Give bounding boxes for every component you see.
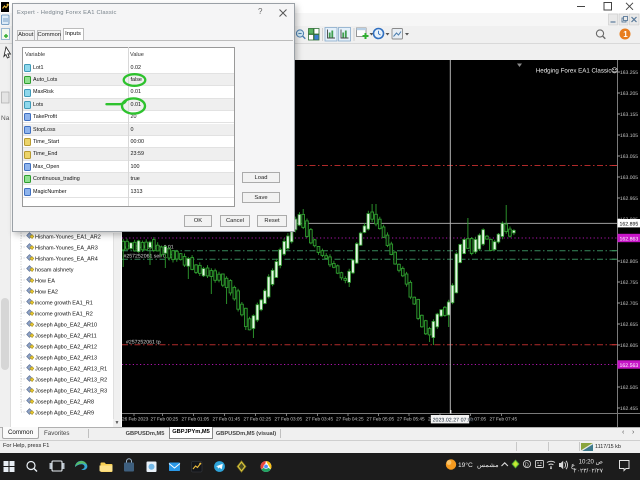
svg-text:26 Feb 2023: 26 Feb 2023 [122, 417, 149, 422]
svg-text:163.155: 163.155 [620, 112, 638, 118]
svg-text:income growth EA1_R2: income growth EA1_R2 [35, 311, 93, 317]
svg-text:D: D [525, 462, 529, 468]
svg-text:income growth EA1_R1: income growth EA1_R1 [35, 300, 93, 306]
svg-text:27 Feb 05:45: 27 Feb 05:45 [397, 417, 425, 422]
svg-text:27 Feb 04:25: 27 Feb 04:25 [336, 417, 364, 422]
svg-text:27 Feb 02:25: 27 Feb 02:25 [244, 417, 272, 422]
svg-text:Joseph Agbo_EA2_AR13: Joseph Agbo_EA2_AR13 [35, 355, 97, 361]
svg-text:162.505: 162.505 [620, 385, 638, 391]
svg-text:162.895: 162.895 [620, 222, 639, 228]
svg-text:162.705: 162.705 [620, 301, 638, 307]
svg-text:10:20 ص: 10:20 ص [579, 459, 603, 466]
svg-text:162.805: 162.805 [620, 259, 638, 265]
svg-text:٢٠٢٣/٠٢/٢٧: ٢٠٢٣/٠٢/٢٧ [573, 468, 603, 475]
svg-text:163.055: 163.055 [620, 154, 638, 160]
svg-text:How EA2: How EA2 [35, 289, 58, 295]
svg-text:Joseph Agbo_EA2_AR12: Joseph Agbo_EA2_AR12 [35, 344, 97, 350]
svg-text:162.955: 162.955 [620, 196, 638, 202]
svg-text:163.105: 163.105 [620, 133, 638, 139]
svg-text:Na: Na [1, 115, 10, 122]
svg-text:Hedging Forex EA1 Classic: Hedging Forex EA1 Classic [536, 68, 612, 75]
svg-text:Joseph Agbo_EA2_AR11: Joseph Agbo_EA2_AR11 [35, 333, 97, 339]
svg-text:162.863: 162.863 [620, 236, 639, 242]
svg-text:162.563: 162.563 [620, 363, 639, 369]
svg-text:163.205: 163.205 [620, 91, 638, 97]
svg-text:hosam alshnety: hosam alshnety [35, 267, 74, 273]
svg-text:162.605: 162.605 [620, 343, 638, 349]
svg-text:162.755: 162.755 [620, 280, 638, 286]
svg-text:27 Feb 03:05: 27 Feb 03:05 [275, 417, 303, 422]
svg-text:163.255: 163.255 [620, 70, 638, 76]
svg-text:Hisham-Younes_EA_AR4: Hisham-Younes_EA_AR4 [35, 256, 98, 262]
svg-text:Hisham-Younes_EA_AR3: Hisham-Younes_EA_AR3 [35, 245, 98, 251]
svg-text:27 Feb 03:45: 27 Feb 03:45 [306, 417, 334, 422]
svg-text:162.655: 162.655 [620, 322, 638, 328]
svg-text:#257252061 sell 0.01: #257252061 sell 0.01 [124, 253, 174, 259]
svg-text:27 Feb 07:45: 27 Feb 07:45 [490, 417, 518, 422]
svg-text:27 Feb 00:25: 27 Feb 00:25 [151, 417, 179, 422]
svg-text:Joseph Agbo_EA2_AR13_R2: Joseph Agbo_EA2_AR13_R2 [35, 377, 107, 383]
svg-text:19°C: 19°C [458, 461, 473, 469]
svg-text:Joseph Agbo_EA2_AR13_R1: Joseph Agbo_EA2_AR13_R1 [35, 366, 107, 372]
svg-text:How EA: How EA [35, 278, 55, 284]
svg-text:Hisham-Younes_EA1_AR2: Hisham-Younes_EA1_AR2 [35, 234, 101, 240]
svg-text:163.005: 163.005 [620, 175, 638, 181]
svg-text:#257252061 tp: #257252061 tp [126, 339, 161, 345]
svg-text:Joseph Agbo_EA2_AR13_R3: Joseph Agbo_EA2_AR13_R3 [35, 388, 107, 394]
svg-text:27 Feb 01:05: 27 Feb 01:05 [182, 417, 210, 422]
svg-text:27 Feb 05:05: 27 Feb 05:05 [367, 417, 395, 422]
svg-text:Joseph Agbo_EA2_AR10: Joseph Agbo_EA2_AR10 [35, 322, 97, 328]
svg-text:مشمس: مشمس [477, 462, 499, 469]
svg-text:162.455: 162.455 [620, 406, 638, 412]
svg-text:1: 1 [623, 30, 628, 39]
svg-text:Joseph Agbo_EA2_AR8: Joseph Agbo_EA2_AR8 [35, 399, 94, 405]
svg-text:Joseph Agbo_EA2_AR9: Joseph Agbo_EA2_AR9 [35, 410, 94, 416]
svg-text:2023.02.27 07:00: 2023.02.27 07:00 [433, 417, 474, 423]
svg-text:27 Feb 01:45: 27 Feb 01:45 [213, 417, 241, 422]
